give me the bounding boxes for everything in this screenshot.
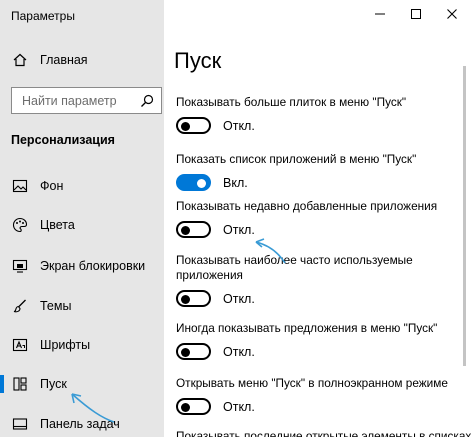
sidebar-item-label: Шрифты xyxy=(40,338,91,352)
toggle-state: Откл. xyxy=(223,118,255,133)
app-list-toggle[interactable] xyxy=(176,174,211,191)
sidebar-item-label: Экран блокировки xyxy=(40,259,146,273)
picture-icon xyxy=(12,178,28,194)
sidebar-item-label: Панель задач xyxy=(40,417,120,431)
sidebar-item-label: Фон xyxy=(40,179,64,193)
main-panel: Пуск Показывать больше плиток в меню "Пу… xyxy=(164,0,474,437)
sidebar-item-label: Пуск xyxy=(40,377,67,391)
setting-label: Показывать недавно добавленные приложени… xyxy=(176,199,438,213)
toggle-state: Вкл. xyxy=(223,175,248,190)
sidebar-item-fonts[interactable]: Шрифты xyxy=(0,331,164,359)
search-input[interactable]: Найти параметр xyxy=(11,87,162,114)
close-button[interactable] xyxy=(442,4,462,24)
sidebar-item-taskbar[interactable]: Панель задач xyxy=(0,410,164,437)
sidebar-item-lock-screen[interactable]: Экран блокировки xyxy=(0,252,164,280)
taskbar-icon xyxy=(12,416,28,432)
setting-app-list: Показать список приложений в меню "Пуск"… xyxy=(176,152,472,191)
start-icon xyxy=(12,376,28,392)
toggle-state: Откл. xyxy=(223,222,255,237)
setting-label: Показывать больше плиток в меню "Пуск" xyxy=(176,95,407,109)
sidebar-item-label: Главная xyxy=(40,53,88,67)
toggle-state: Откл. xyxy=(223,291,255,306)
setting-fullscreen: Открывать меню "Пуск" в полноэкранном ре… xyxy=(176,376,472,415)
search-placeholder: Найти параметр xyxy=(22,93,117,108)
home-icon xyxy=(12,52,28,68)
recently-added-toggle[interactable] xyxy=(176,221,211,238)
minimize-button[interactable] xyxy=(370,4,390,24)
setting-recent-items: Показывать последние открытые элементы в… xyxy=(176,429,472,437)
window-title: Параметры xyxy=(11,9,75,23)
scrollbar[interactable] xyxy=(463,66,466,366)
sidebar-item-home[interactable]: Главная xyxy=(0,46,164,74)
maximize-button[interactable] xyxy=(406,4,426,24)
more-tiles-toggle[interactable] xyxy=(176,117,211,134)
setting-label: Иногда показывать предложения в меню "Пу… xyxy=(176,321,438,335)
toggle-state: Откл. xyxy=(223,399,255,414)
sidebar: Параметры Главная Найти параметр Персона… xyxy=(0,0,164,437)
setting-most-used: Показывать наиболее часто используемые п… xyxy=(176,253,416,307)
setting-more-tiles: Показывать больше плиток в меню "Пуск" О… xyxy=(176,95,472,134)
suggestions-toggle[interactable] xyxy=(176,343,211,360)
sidebar-item-background[interactable]: Фон xyxy=(0,172,164,200)
font-icon xyxy=(12,337,28,353)
palette-icon xyxy=(12,217,28,233)
fullscreen-toggle[interactable] xyxy=(176,398,211,415)
setting-label: Показать список приложений в меню "Пуск" xyxy=(176,152,417,166)
search-icon[interactable] xyxy=(139,93,155,109)
brush-icon xyxy=(12,298,28,314)
setting-recently-added: Показывать недавно добавленные приложени… xyxy=(176,199,472,238)
sidebar-item-start[interactable]: Пуск xyxy=(0,370,164,398)
lock-screen-icon xyxy=(12,258,28,274)
sidebar-item-colors[interactable]: Цвета xyxy=(0,211,164,239)
sidebar-item-label: Темы xyxy=(40,299,72,313)
sidebar-item-themes[interactable]: Темы xyxy=(0,292,164,320)
setting-label: Показывать наиболее часто используемые п… xyxy=(176,253,413,282)
section-label: Персонализация xyxy=(11,133,115,147)
setting-suggestions: Иногда показывать предложения в меню "Пу… xyxy=(176,321,472,360)
active-indicator xyxy=(0,375,4,393)
page-title: Пуск xyxy=(174,48,222,73)
sidebar-item-label: Цвета xyxy=(40,218,75,232)
toggle-state: Откл. xyxy=(223,344,255,359)
most-used-toggle[interactable] xyxy=(176,290,211,307)
setting-label: Показывать последние открытые элементы в… xyxy=(176,429,472,437)
setting-label: Открывать меню "Пуск" в полноэкранном ре… xyxy=(176,376,448,390)
